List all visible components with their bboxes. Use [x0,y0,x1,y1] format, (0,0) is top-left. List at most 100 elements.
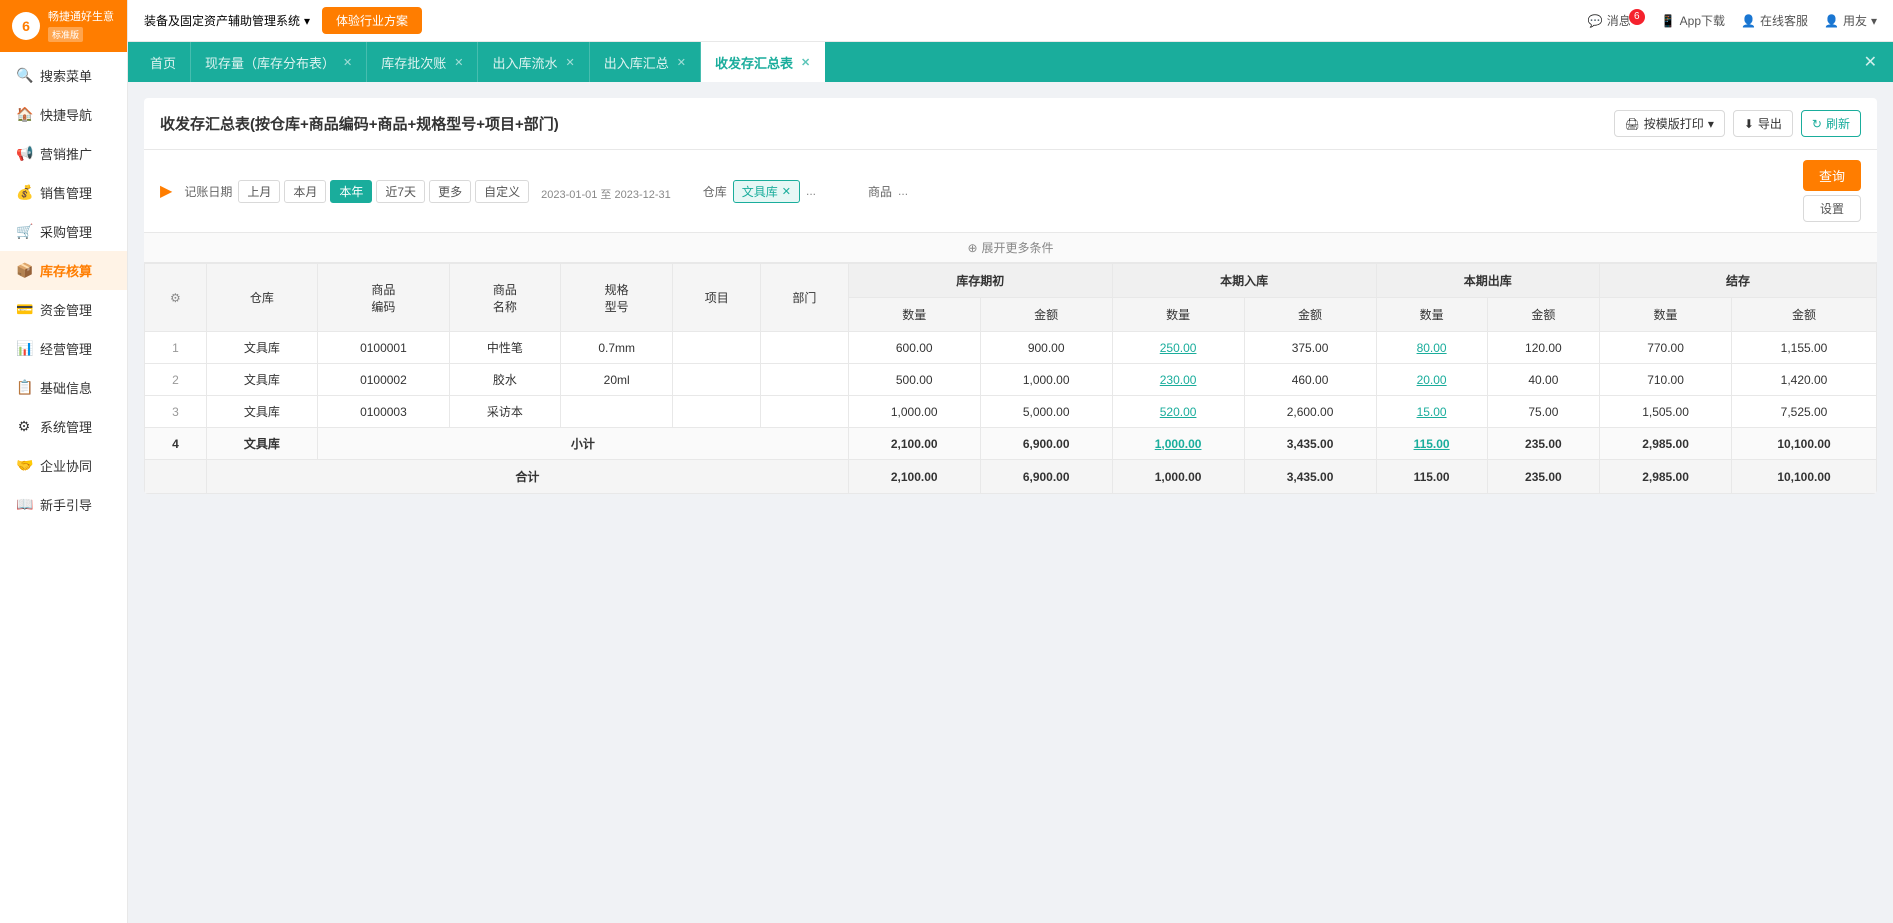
tab-inout-flow-close[interactable]: ✕ [566,56,575,69]
filter-collapse-btn[interactable]: ▶ [160,181,172,201]
sidebar-item-marketing[interactable]: 📢 营销推广 [0,134,127,173]
row-opening-qty: 600.00 [848,332,980,364]
row-out-qty[interactable]: 20.00 [1376,364,1487,396]
tab-inout-summary[interactable]: 出入库汇总 ✕ [590,42,701,82]
export-btn[interactable]: ⬇ 导出 [1733,110,1793,137]
expand-conditions-btn[interactable]: ⊕ 展开更多条件 [967,239,1053,256]
col-settings[interactable]: ⚙ [145,264,207,332]
sidebar-item-purchase[interactable]: 🛒 采购管理 [0,212,127,251]
tab-recv-summary-close[interactable]: ✕ [801,56,810,69]
col-in-qty-header: 数量 [1112,298,1244,332]
data-table-wrapper: ⚙ 仓库 商品编码 商品名称 规格型号 项目 部门 库存期初 本期入库 本期出库… [144,263,1877,494]
row-in-amount: 2,600.00 [1244,396,1376,428]
query-btn[interactable]: 查询 [1803,160,1861,191]
row-goods-code: 0100001 [317,332,449,364]
col-goods-spec-header: 规格型号 [560,264,672,332]
home-icon: 🏠 [16,106,32,123]
date-btn-more[interactable]: 更多 [429,180,471,203]
tabbar-close-all[interactable]: ✕ [1856,52,1885,72]
sidebar-item-operation[interactable]: 📊 经营管理 [0,329,127,368]
col-settings-icon[interactable]: ⚙ [170,291,181,305]
row-in-qty[interactable]: 230.00 [1112,364,1244,396]
sidebar-item-newbie[interactable]: 📖 新手引导 [0,485,127,524]
row-balance-qty: 770.00 [1600,332,1732,364]
footer-opening-qty: 2,100.00 [848,460,980,494]
user-dropdown-icon: ▾ [1871,14,1877,28]
row-goods-spec [560,396,672,428]
print-btn[interactable]: 🖨 按模版打印 ▾ [1614,110,1725,137]
row-out-qty[interactable]: 15.00 [1376,396,1487,428]
experience-btn[interactable]: 体验行业方案 [322,7,422,34]
user-menu[interactable]: 👤 用友 ▾ [1824,12,1877,29]
tab-stock-dist[interactable]: 现存量（库存分布表） ✕ [191,42,367,82]
col-balance-qty-header: 数量 [1600,298,1732,332]
row-in-qty[interactable]: 250.00 [1112,332,1244,364]
sidebar-item-label: 系统管理 [40,417,92,436]
row-in-qty[interactable]: 520.00 [1112,396,1244,428]
sidebar-item-label: 企业协同 [40,456,92,475]
subtotal-in-qty[interactable]: 1,000.00 [1112,428,1244,460]
tab-inout-summary-close[interactable]: ✕ [677,56,686,69]
online-service-btn[interactable]: 👤 在线客服 [1741,12,1808,29]
date-btn-7days[interactable]: 近7天 [376,180,425,203]
sidebar-item-system[interactable]: ⚙ 系统管理 [0,407,127,446]
message-btn[interactable]: 💬 消息 6 [1588,12,1645,29]
subtotal-seq: 4 [145,428,207,460]
tab-inout-flow[interactable]: 出入库流水 ✕ [478,42,589,82]
row-opening-qty: 1,000.00 [848,396,980,428]
message-icon: 💬 [1588,14,1603,28]
warehouse-more[interactable]: ... [806,184,816,198]
goods-more[interactable]: ... [898,184,908,198]
tab-batch-close[interactable]: ✕ [454,56,463,69]
tab-home[interactable]: 首页 [136,42,191,82]
subtotal-out-qty[interactable]: 115.00 [1376,428,1487,460]
page-actions: 🖨 按模版打印 ▾ ⬇ 导出 ↻ 刷新 [1614,110,1861,137]
expand-label: 展开更多条件 [982,239,1054,256]
date-btn-custom[interactable]: 自定义 [475,180,529,203]
warehouse-tag-value: 文具库 [742,183,778,200]
row-project [673,396,761,428]
row-goods-spec: 20ml [560,364,672,396]
sidebar-item-label: 新手引导 [40,495,92,514]
sidebar-item-label: 营销推广 [40,144,92,163]
system-title-dropdown[interactable]: 装备及固定资产辅助管理系统 ▾ [144,12,310,29]
sidebar-item-sales[interactable]: 💰 销售管理 [0,173,127,212]
tab-recv-summary[interactable]: 收发存汇总表 ✕ [701,42,825,82]
row-goods-name: 采访本 [449,396,560,428]
footer-in-amount: 3,435.00 [1244,460,1376,494]
date-btn-last-month[interactable]: 上月 [238,180,280,203]
date-btn-this-month[interactable]: 本月 [284,180,326,203]
operation-icon: 📊 [16,340,32,357]
tab-recv-summary-label: 收发存汇总表 [715,53,793,72]
app-download-label: App下载 [1680,12,1725,29]
col-out-amount-header: 金额 [1487,298,1599,332]
refresh-btn[interactable]: ↻ 刷新 [1801,110,1861,137]
sidebar-item-basic[interactable]: 📋 基础信息 [0,368,127,407]
warehouse-tag-remove[interactable]: ✕ [782,185,791,198]
col-goods-code-header: 商品编码 [317,264,449,332]
tabbar: 首页 现存量（库存分布表） ✕ 库存批次账 ✕ 出入库流水 ✕ 出入库汇总 ✕ … [128,42,1893,82]
row-project [673,332,761,364]
app-download-btn[interactable]: 📱 App下载 [1661,12,1725,29]
row-seq: 2 [145,364,207,396]
sidebar-item-inventory[interactable]: 📦 库存核算 [0,251,127,290]
col-project-header: 项目 [673,264,761,332]
date-btn-this-year[interactable]: 本年 [330,180,372,203]
setting-btn[interactable]: 设置 [1803,195,1861,222]
footer-in-qty: 1,000.00 [1112,460,1244,494]
row-out-qty[interactable]: 80.00 [1376,332,1487,364]
row-department [761,332,849,364]
sidebar-item-collab[interactable]: 🤝 企业协同 [0,446,127,485]
row-balance-qty: 1,505.00 [1600,396,1732,428]
logo-title: 畅捷通好生意 [48,10,114,25]
sidebar-item-finance[interactable]: 💳 资金管理 [0,290,127,329]
sidebar-item-quick[interactable]: 🏠 快捷导航 [0,95,127,134]
collab-icon: 🤝 [16,457,32,474]
page-title: 收发存汇总表(按仓库+商品编码+商品+规格型号+项目+部门) [160,113,559,134]
footer-out-qty: 115.00 [1376,460,1487,494]
footer-opening-amount: 6,900.00 [980,460,1112,494]
tab-stock-dist-close[interactable]: ✕ [343,56,352,69]
tab-batch[interactable]: 库存批次账 ✕ [367,42,478,82]
col-out-header: 本期出库 [1376,264,1600,298]
sidebar-item-search[interactable]: 🔍 搜索菜单 [0,56,127,95]
